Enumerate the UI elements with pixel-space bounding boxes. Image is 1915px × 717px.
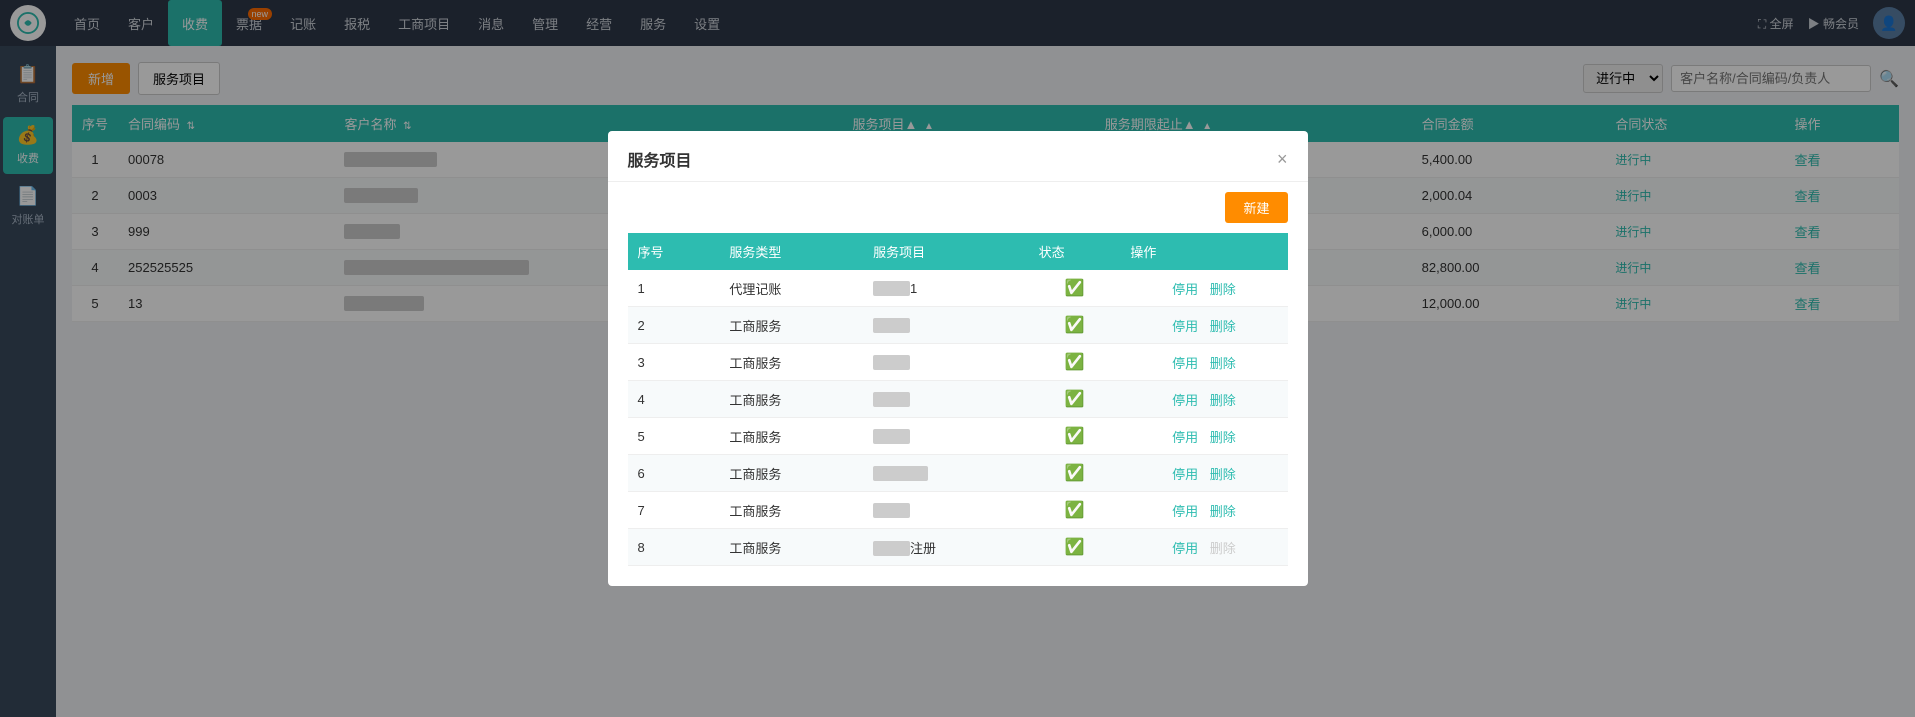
stop-button[interactable]: 停用 <box>1172 356 1198 371</box>
modal-table-row: 8 工商服务 ████注册 ✅ 停用 删除 <box>628 529 1288 566</box>
modal-row-item: ████ <box>863 344 1028 381</box>
modal-row-seq: 5 <box>628 418 720 455</box>
modal-row-seq: 7 <box>628 492 720 529</box>
stop-button[interactable]: 停用 <box>1172 393 1198 408</box>
stop-button[interactable]: 停用 <box>1172 430 1198 445</box>
modal-row-actions: 停用 删除 <box>1120 381 1287 418</box>
modal-body: 序号 服务类型 服务项目 状态 操作 1 代理记账 ████1 <box>608 233 1308 586</box>
modal-row-seq: 6 <box>628 455 720 492</box>
modal-row-status: ✅ <box>1029 418 1121 455</box>
modal-table-row: 5 工商服务 ████ ✅ 停用 删除 <box>628 418 1288 455</box>
modal-row-actions: 停用 删除 <box>1120 307 1287 344</box>
modal-row-actions: 停用 删除 <box>1120 270 1287 307</box>
modal-row-item: ████ <box>863 492 1028 529</box>
modal-row-type: 工商服务 <box>719 529 863 566</box>
modal-col-status: 状态 <box>1029 233 1121 270</box>
service-items-table: 序号 服务类型 服务项目 状态 操作 1 代理记账 ████1 <box>628 233 1288 566</box>
stop-button[interactable]: 停用 <box>1172 319 1198 334</box>
modal-col-action: 操作 <box>1120 233 1287 270</box>
modal-row-item: ████ <box>863 307 1028 344</box>
modal-table-row: 1 代理记账 ████1 ✅ 停用 删除 <box>628 270 1288 307</box>
modal-row-actions: 停用 删除 <box>1120 344 1287 381</box>
modal-row-actions: 停用 删除 <box>1120 418 1287 455</box>
delete-button[interactable]: 删除 <box>1210 356 1236 371</box>
modal-row-type: 代理记账 <box>719 270 863 307</box>
modal-row-type: 工商服务 <box>719 455 863 492</box>
modal-row-item: ████1 <box>863 270 1028 307</box>
stop-button[interactable]: 停用 <box>1172 467 1198 482</box>
modal-row-status: ✅ <box>1029 381 1121 418</box>
modal-col-seq: 序号 <box>628 233 720 270</box>
modal-overlay: 服务项目 × 新建 序号 服务类型 服务项目 状态 <box>56 46 1915 717</box>
modal-row-seq: 4 <box>628 381 720 418</box>
modal-row-status: ✅ <box>1029 270 1121 307</box>
modal-row-status: ✅ <box>1029 344 1121 381</box>
modal-row-seq: 2 <box>628 307 720 344</box>
modal-row-type: 工商服务 <box>719 344 863 381</box>
modal-row-item: ████ <box>863 381 1028 418</box>
modal-row-seq: 3 <box>628 344 720 381</box>
modal-header: 服务项目 × <box>608 131 1308 182</box>
modal-table-row: 4 工商服务 ████ ✅ 停用 删除 <box>628 381 1288 418</box>
modal-row-type: 工商服务 <box>719 492 863 529</box>
modal-close-button[interactable]: × <box>1277 149 1288 170</box>
main-layout: 📋 合同 💰 收费 📄 对账单 新增 服务项目 进行中 全部 已结束 🔍 <box>0 46 1915 717</box>
modal-table-row: 6 工商服务 ██████ ✅ 停用 删除 <box>628 455 1288 492</box>
modal-row-status: ✅ <box>1029 307 1121 344</box>
service-items-modal: 服务项目 × 新建 序号 服务类型 服务项目 状态 <box>608 131 1308 586</box>
modal-row-item: ████ <box>863 418 1028 455</box>
modal-col-type: 服务类型 <box>719 233 863 270</box>
modal-table-row: 2 工商服务 ████ ✅ 停用 删除 <box>628 307 1288 344</box>
modal-row-actions: 停用 删除 <box>1120 492 1287 529</box>
delete-button[interactable]: 删除 <box>1210 504 1236 519</box>
main-content: 新增 服务项目 进行中 全部 已结束 🔍 序号 合同编码 ⇅ 客户名称 ⇅ 服务… <box>56 46 1915 717</box>
delete-button[interactable]: 删除 <box>1210 393 1236 408</box>
modal-row-seq: 1 <box>628 270 720 307</box>
modal-title: 服务项目 <box>628 147 692 171</box>
modal-col-item: 服务项目 <box>863 233 1028 270</box>
delete-button[interactable]: 删除 <box>1210 430 1236 445</box>
delete-button[interactable]: 删除 <box>1210 541 1236 556</box>
modal-row-item: ██████ <box>863 455 1028 492</box>
modal-row-type: 工商服务 <box>719 418 863 455</box>
delete-button[interactable]: 删除 <box>1210 319 1236 334</box>
modal-row-seq: 8 <box>628 529 720 566</box>
modal-row-status: ✅ <box>1029 492 1121 529</box>
modal-new-button[interactable]: 新建 <box>1225 192 1287 223</box>
modal-row-actions: 停用 删除 <box>1120 529 1287 566</box>
delete-button[interactable]: 删除 <box>1210 467 1236 482</box>
modal-table-row: 7 工商服务 ████ ✅ 停用 删除 <box>628 492 1288 529</box>
modal-row-actions: 停用 删除 <box>1120 455 1287 492</box>
modal-row-item: ████注册 <box>863 529 1028 566</box>
modal-table-row: 3 工商服务 ████ ✅ 停用 删除 <box>628 344 1288 381</box>
modal-toolbar: 新建 <box>608 182 1308 233</box>
modal-row-status: ✅ <box>1029 529 1121 566</box>
stop-button[interactable]: 停用 <box>1172 541 1198 556</box>
modal-row-type: 工商服务 <box>719 381 863 418</box>
delete-button[interactable]: 删除 <box>1210 282 1236 297</box>
stop-button[interactable]: 停用 <box>1172 504 1198 519</box>
modal-row-type: 工商服务 <box>719 307 863 344</box>
modal-row-status: ✅ <box>1029 455 1121 492</box>
stop-button[interactable]: 停用 <box>1172 282 1198 297</box>
